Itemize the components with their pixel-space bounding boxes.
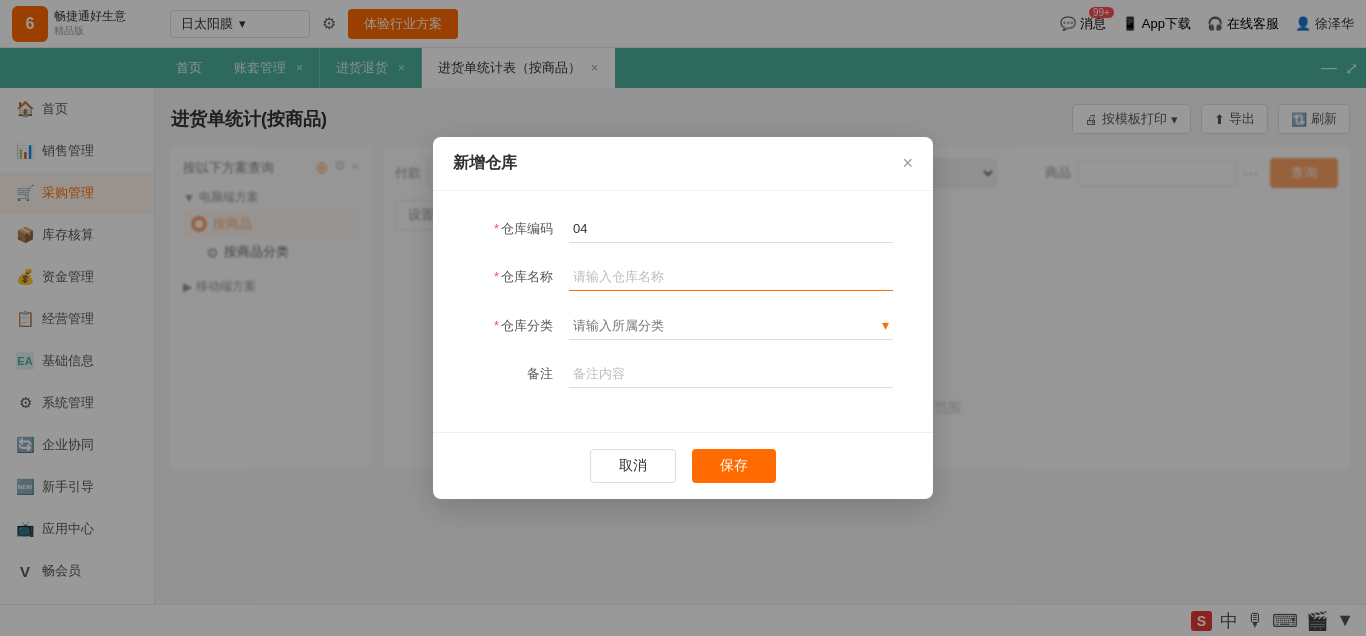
modal-footer: 取消 保存 (433, 432, 933, 499)
save-button[interactable]: 保存 (692, 449, 776, 483)
new-warehouse-modal: 新增仓库 × *仓库编码 *仓库名称 *仓库分类 (433, 137, 933, 499)
category-required-mark: * (494, 318, 499, 333)
warehouse-code-input[interactable] (569, 215, 893, 243)
code-label: *仓库编码 (473, 220, 553, 238)
modal-overlay: 新增仓库 × *仓库编码 *仓库名称 *仓库分类 (0, 0, 1366, 636)
form-row-code: *仓库编码 (473, 215, 893, 243)
modal-close-icon[interactable]: × (902, 153, 913, 174)
modal-header: 新增仓库 × (433, 137, 933, 191)
name-required-mark: * (494, 269, 499, 284)
form-row-category: *仓库分类 ▾ (473, 311, 893, 340)
warehouse-remark-input[interactable] (569, 360, 893, 388)
remark-label: 备注 (473, 365, 553, 383)
category-dropdown-icon: ▾ (882, 317, 889, 333)
category-select-wrapper[interactable]: ▾ (569, 311, 893, 340)
cancel-button[interactable]: 取消 (590, 449, 676, 483)
modal-body: *仓库编码 *仓库名称 *仓库分类 ▾ (433, 191, 933, 432)
form-row-remark: 备注 (473, 360, 893, 388)
category-label: *仓库分类 (473, 317, 553, 335)
code-required-mark: * (494, 221, 499, 236)
warehouse-name-input[interactable] (569, 263, 893, 291)
modal-title: 新增仓库 (453, 153, 517, 174)
name-label: *仓库名称 (473, 268, 553, 286)
form-row-name: *仓库名称 (473, 263, 893, 291)
category-select-input[interactable] (573, 318, 882, 333)
